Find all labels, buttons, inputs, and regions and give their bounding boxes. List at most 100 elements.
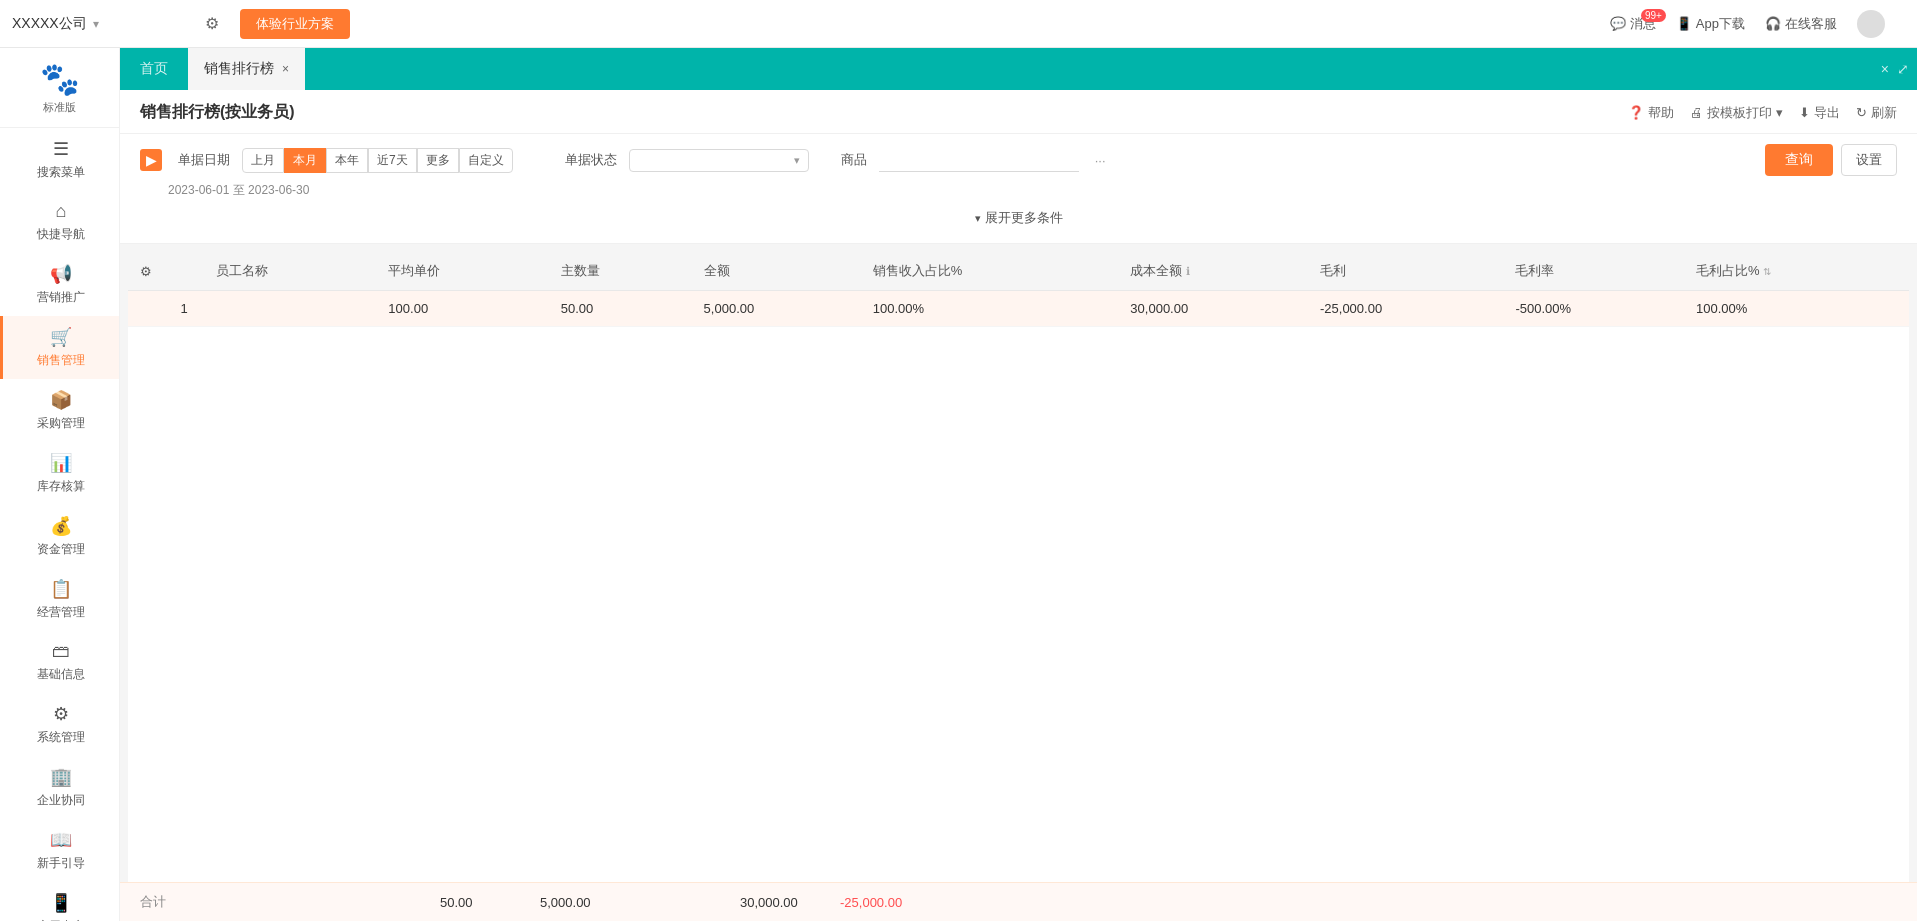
operations-icon: 📋: [50, 578, 72, 600]
sidebar-item-inventory[interactable]: 📊 库存核算: [0, 442, 119, 505]
table-header-row: ⚙ 员工名称 平均单价 主数量 全额 销售收入占比% 成本全额 ℹ 毛利 毛利率…: [128, 252, 1909, 291]
tab-bar-actions: × ⤢: [1881, 61, 1917, 77]
sidebar-item-label-inventory: 库存核算: [37, 478, 85, 495]
message-button[interactable]: 💬 消息 99+: [1610, 15, 1656, 33]
help-button[interactable]: ❓ 帮助: [1628, 104, 1674, 122]
doc-status-select[interactable]: ▾: [629, 149, 809, 172]
sidebar: 🐾 标准版 ☰ 搜索菜单 ⌂ 快捷导航 📢 营销推广 🛒 销售管理 📦 采购管理…: [0, 48, 120, 921]
sidebar-item-sales[interactable]: 🛒 销售管理: [0, 316, 119, 379]
export-icon: ⬇: [1799, 105, 1810, 120]
sales-icon: 🛒: [50, 326, 72, 348]
settings-button[interactable]: 设置: [1841, 144, 1897, 176]
cell-gross-margin: -500.00%: [1503, 291, 1684, 327]
period-this-year[interactable]: 本年: [326, 148, 368, 173]
tab-bar: 首页 销售排行榜 × × ⤢: [120, 48, 1917, 90]
search-order-icon: ☰: [53, 138, 69, 160]
basic-info-icon: 🗃: [52, 641, 70, 662]
app-icon: 📱: [1676, 16, 1692, 31]
sidebar-item-basic-info[interactable]: 🗃 基础信息: [0, 631, 119, 693]
filter-expand-toggle[interactable]: ▶: [140, 149, 162, 171]
tab-home-label: 首页: [140, 60, 168, 78]
tab-home[interactable]: 首页: [120, 48, 188, 90]
footer-main-qty: 50.00: [440, 895, 540, 910]
col-avg-price: 平均单价: [376, 252, 548, 291]
sidebar-item-guide[interactable]: 📖 新手引导: [0, 819, 119, 882]
sidebar-item-marketing[interactable]: 📢 营销推广: [0, 253, 119, 316]
period-last-month[interactable]: 上月: [242, 148, 284, 173]
app-download-button[interactable]: 📱 App下载: [1676, 15, 1745, 33]
enterprise-icon: 🏢: [50, 766, 72, 788]
company-name: XXXXX公司: [12, 15, 87, 33]
company-selector[interactable]: XXXXX公司 ▾: [12, 15, 192, 33]
avatar[interactable]: [1857, 10, 1885, 38]
sidebar-item-search-order[interactable]: ☰ 搜索菜单: [0, 128, 119, 191]
sort-icon[interactable]: ⇅: [1763, 266, 1771, 277]
main-layout: 🐾 标准版 ☰ 搜索菜单 ⌂ 快捷导航 📢 营销推广 🛒 销售管理 📦 采购管理…: [0, 48, 1917, 921]
sidebar-item-label-quick: 快捷导航: [37, 226, 85, 243]
filter-row-1: ▶ 单据日期 上月 本月 本年 近7天 更多 自定义 单据状态: [140, 144, 1897, 176]
period-this-month[interactable]: 本月: [284, 148, 326, 173]
period-last-7days[interactable]: 近7天: [368, 148, 417, 173]
col-gross-ratio: 毛利占比% ⇅: [1684, 252, 1909, 291]
service-icon: 🎧: [1765, 16, 1781, 31]
footer-label: 合计: [140, 893, 340, 911]
data-table: ⚙ 员工名称 平均单价 主数量 全额 销售收入占比% 成本全额 ℹ 毛利 毛利率…: [128, 252, 1909, 327]
tab-label: 销售排行榜: [204, 60, 274, 78]
sidebar-item-finance[interactable]: 💰 资金管理: [0, 505, 119, 568]
data-table-wrapper: ⚙ 员工名称 平均单价 主数量 全额 销售收入占比% 成本全额 ℹ 毛利 毛利率…: [128, 252, 1909, 882]
online-service-label: 在线客服: [1785, 15, 1837, 33]
col-rank: [164, 252, 204, 291]
expand-more-btn[interactable]: ▾ 展开更多条件: [975, 203, 1063, 233]
refresh-button[interactable]: ↻ 刷新: [1856, 104, 1897, 122]
date-label: 单据日期: [178, 151, 230, 169]
tab-window-expand-icon[interactable]: ⤢: [1897, 61, 1909, 77]
sidebar-item-label-sales: 销售管理: [37, 352, 85, 369]
doc-status-chevron-icon: ▾: [794, 154, 800, 167]
trial-button[interactable]: 体验行业方案: [240, 9, 350, 39]
content-area: 首页 销售排行榜 × × ⤢ 销售排行榜(按业务员) ❓ 帮助: [120, 48, 1917, 921]
sidebar-item-purchase[interactable]: 📦 采购管理: [0, 379, 119, 442]
cost-info-icon[interactable]: ℹ: [1186, 265, 1190, 277]
message-badge: 99+: [1641, 9, 1666, 22]
settings-icon[interactable]: ⚙: [196, 8, 228, 40]
system-icon: ⚙: [53, 703, 69, 725]
page-content: 销售排行榜(按业务员) ❓ 帮助 🖨 按模板打印 ▾ ⬇ 导出: [120, 90, 1917, 921]
cell-main-qty: 50.00: [549, 291, 692, 327]
sidebar-item-label-marketing: 营销推广: [37, 289, 85, 306]
sidebar-item-enterprise[interactable]: 🏢 企业协同: [0, 756, 119, 819]
tab-close-icon[interactable]: ×: [282, 62, 289, 76]
quick-nav-icon: ⌂: [56, 201, 67, 222]
table-body: 1 100.00 50.00 5,000.00 100.00% 30,000.0…: [128, 291, 1909, 327]
company-chevron-icon: ▾: [93, 17, 99, 31]
cell-settings: [128, 291, 164, 327]
footer-cost-amount: 30,000.00: [740, 895, 840, 910]
table-head: ⚙ 员工名称 平均单价 主数量 全额 销售收入占比% 成本全额 ℹ 毛利 毛利率…: [128, 252, 1909, 291]
goods-input[interactable]: [879, 148, 1079, 172]
query-button[interactable]: 查询: [1765, 144, 1833, 176]
sidebar-item-operations[interactable]: 📋 经营管理: [0, 568, 119, 631]
marketing-icon: 📢: [50, 263, 72, 285]
period-custom[interactable]: 自定义: [459, 148, 513, 173]
sidebar-item-quick-nav[interactable]: ⌂ 快捷导航: [0, 191, 119, 253]
app-download-label: App下载: [1696, 15, 1745, 33]
export-button[interactable]: ⬇ 导出: [1799, 104, 1840, 122]
online-service-button[interactable]: 🎧 在线客服: [1765, 15, 1837, 33]
table-row: 1 100.00 50.00 5,000.00 100.00% 30,000.0…: [128, 291, 1909, 327]
col-gross-margin: 毛利率: [1503, 252, 1684, 291]
col-settings[interactable]: ⚙: [128, 252, 164, 291]
message-icon: 💬: [1610, 16, 1626, 31]
sidebar-item-system[interactable]: ⚙ 系统管理: [0, 693, 119, 756]
col-employee: 员工名称: [204, 252, 376, 291]
sidebar-item-app-center[interactable]: 📱 应用中心: [0, 882, 119, 921]
tab-window-close-icon[interactable]: ×: [1881, 61, 1889, 77]
print-button[interactable]: 🖨 按模板打印 ▾: [1690, 104, 1783, 122]
cell-cost-amount: 30,000.00: [1118, 291, 1308, 327]
tab-sales-ranking[interactable]: 销售排行榜 ×: [188, 48, 305, 90]
sidebar-item-label-purchase: 采购管理: [37, 415, 85, 432]
period-more[interactable]: 更多: [417, 148, 459, 173]
filter-bar: ▶ 单据日期 上月 本月 本年 近7天 更多 自定义 单据状态: [120, 134, 1917, 244]
action-buttons: 查询 设置: [1765, 144, 1897, 176]
expand-label: 展开更多条件: [985, 209, 1063, 227]
goods-more-icon[interactable]: ···: [1095, 153, 1106, 168]
inventory-icon: 📊: [50, 452, 72, 474]
